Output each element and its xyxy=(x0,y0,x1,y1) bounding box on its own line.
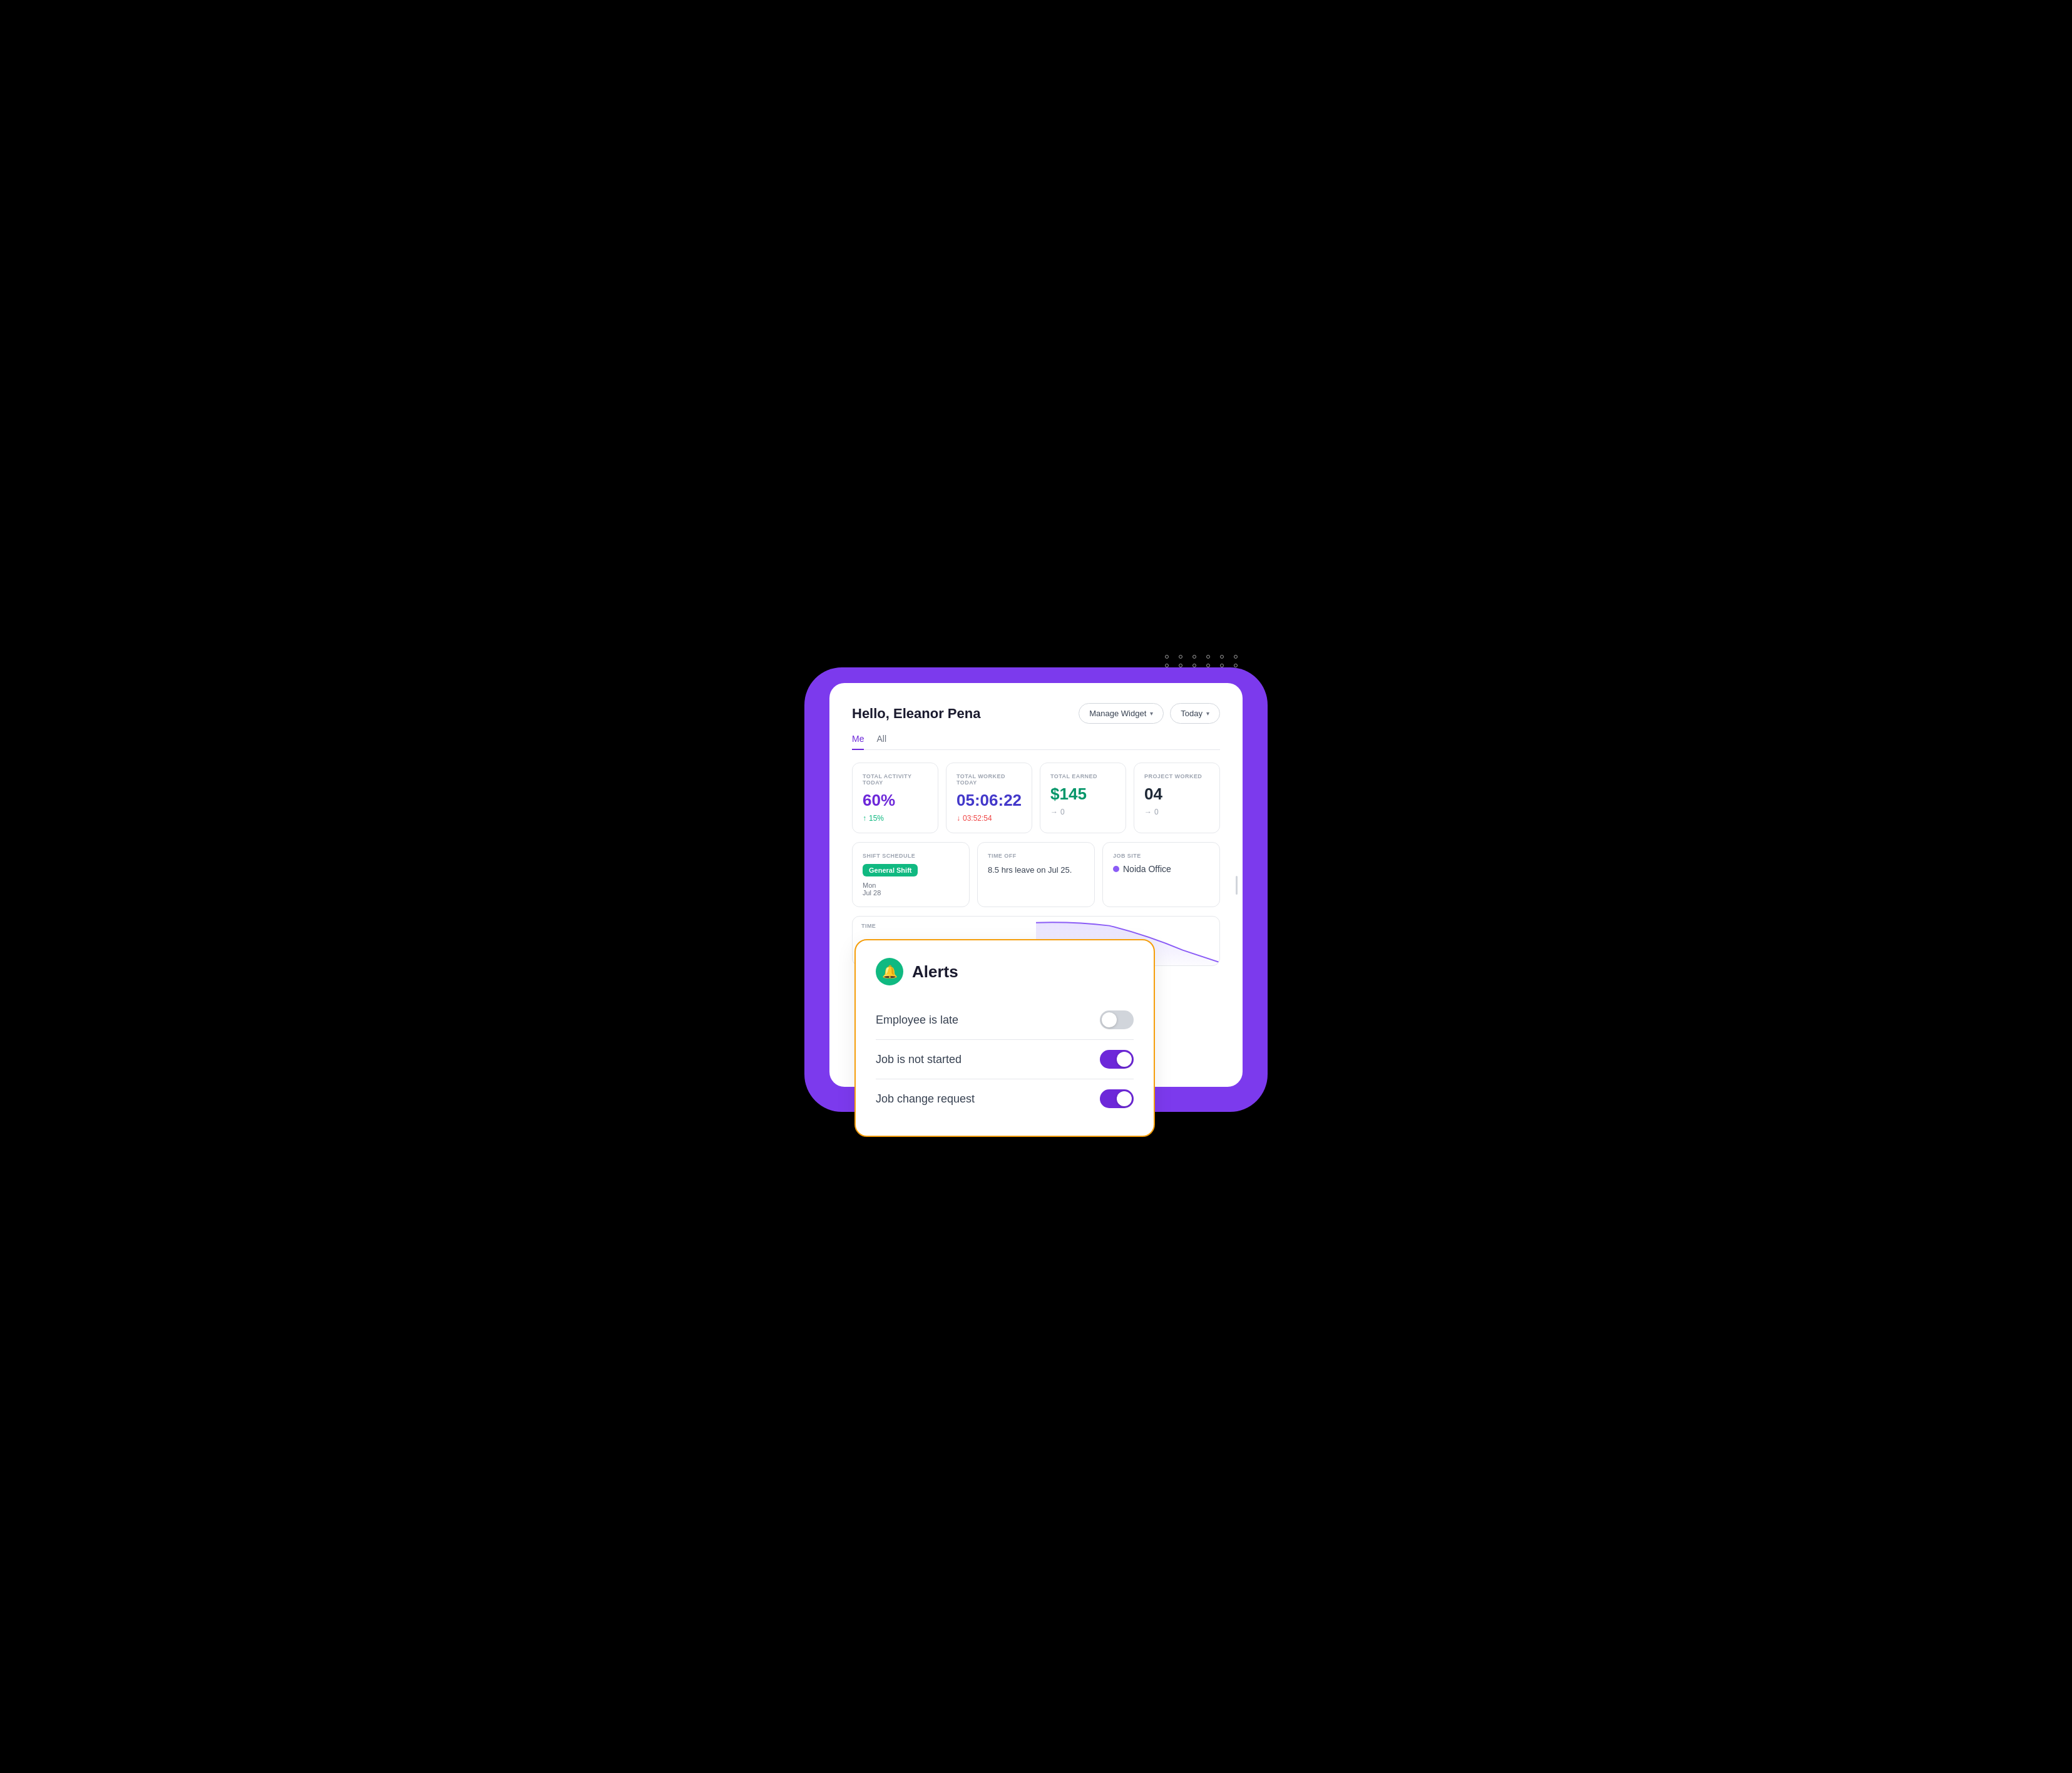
stat-sub-activity: 15% xyxy=(863,814,928,823)
jobsite-label: JOB SITE xyxy=(1113,853,1209,859)
stat-label-project: PROJECT WORKED xyxy=(1144,773,1209,779)
stat-card-worked: TOTAL WORKED TODAY 05:06:22 03:52:54 xyxy=(946,763,1032,833)
shift-badge: General Shift xyxy=(863,864,918,876)
arrow-down-icon xyxy=(957,814,960,823)
tab-all[interactable]: All xyxy=(876,734,886,749)
timeoff-card: TIME OFF 8.5 hrs leave on Jul 25. xyxy=(977,842,1095,907)
alert-item-late: Employee is late xyxy=(876,1000,1134,1040)
alert-label-not-started: Job is not started xyxy=(876,1053,962,1066)
stat-sub-worked: 03:52:54 xyxy=(957,814,1022,823)
timeoff-label: TIME OFF xyxy=(988,853,1084,859)
arrow-right-icon xyxy=(1144,808,1152,816)
alerts-popup: 🔔 Alerts Employee is late Job is not sta… xyxy=(854,939,1155,1137)
stat-card-earned: TOTAL EARNED $145 0 xyxy=(1040,763,1126,833)
jobsite-card: JOB SITE Noida Office xyxy=(1102,842,1220,907)
alert-toggle-job-change[interactable] xyxy=(1100,1089,1134,1108)
alerts-header: 🔔 Alerts xyxy=(876,958,1134,985)
stat-card-activity: TOTAL ACTIVITY TODAY 60% 15% xyxy=(852,763,938,833)
stat-value-earned: $145 xyxy=(1050,784,1115,804)
shift-schedule-card: SHIFT SCHEDULE General Shift Mon Jul 28 xyxy=(852,842,970,907)
alert-label-late: Employee is late xyxy=(876,1014,958,1027)
alerts-title: Alerts xyxy=(912,962,958,982)
stat-label-earned: TOTAL EARNED xyxy=(1050,773,1115,779)
alerts-bell-icon: 🔔 xyxy=(876,958,903,985)
jobsite-location: Noida Office xyxy=(1113,864,1209,874)
alert-toggle-not-started[interactable] xyxy=(1100,1050,1134,1069)
stat-sub-earned: 0 xyxy=(1050,808,1115,816)
shift-label: SHIFT SCHEDULE xyxy=(863,853,959,859)
tab-bar: Me All xyxy=(852,734,1220,750)
stat-value-worked: 05:06:22 xyxy=(957,791,1022,810)
today-button[interactable]: Today ▾ xyxy=(1170,703,1220,724)
dashboard-header: Hello, Eleanor Pena Manage Widget ▾ Toda… xyxy=(852,703,1220,724)
alert-item-not-started: Job is not started xyxy=(876,1040,1134,1079)
stat-label-worked: TOTAL WORKED TODAY xyxy=(957,773,1022,786)
chevron-down-icon: ▾ xyxy=(1206,710,1209,717)
tab-me[interactable]: Me xyxy=(852,734,864,750)
scrollbar-hint xyxy=(1236,876,1238,895)
stat-value-project: 04 xyxy=(1144,784,1209,804)
manage-widget-button[interactable]: Manage Widget ▾ xyxy=(1079,703,1164,724)
location-dot-icon xyxy=(1113,866,1119,872)
greeting-text: Hello, Eleanor Pena xyxy=(852,706,980,722)
stat-value-activity: 60% xyxy=(863,791,928,810)
toggle-knob xyxy=(1102,1012,1117,1027)
stat-label-activity: TOTAL ACTIVITY TODAY xyxy=(863,773,928,786)
shift-date: Mon Jul 28 xyxy=(863,881,959,897)
toggle-knob xyxy=(1117,1052,1132,1067)
arrow-right-icon xyxy=(1050,808,1058,816)
second-row: SHIFT SCHEDULE General Shift Mon Jul 28 … xyxy=(852,842,1220,907)
alert-item-job-change: Job change request xyxy=(876,1079,1134,1118)
stat-sub-project: 0 xyxy=(1144,808,1209,816)
chevron-down-icon: ▾ xyxy=(1150,710,1153,717)
alert-label-job-change: Job change request xyxy=(876,1092,975,1106)
alert-toggle-late[interactable] xyxy=(1100,1010,1134,1029)
toggle-knob xyxy=(1117,1091,1132,1106)
arrow-up-icon xyxy=(863,814,866,823)
dot-grid-top xyxy=(1165,655,1243,667)
timeoff-text: 8.5 hrs leave on Jul 25. xyxy=(988,864,1084,876)
stat-card-project: PROJECT WORKED 04 0 xyxy=(1134,763,1220,833)
chart-label: TIME xyxy=(861,923,876,929)
stats-row: TOTAL ACTIVITY TODAY 60% 15% TOTAL WORKE… xyxy=(852,763,1220,833)
header-actions: Manage Widget ▾ Today ▾ xyxy=(1079,703,1220,724)
